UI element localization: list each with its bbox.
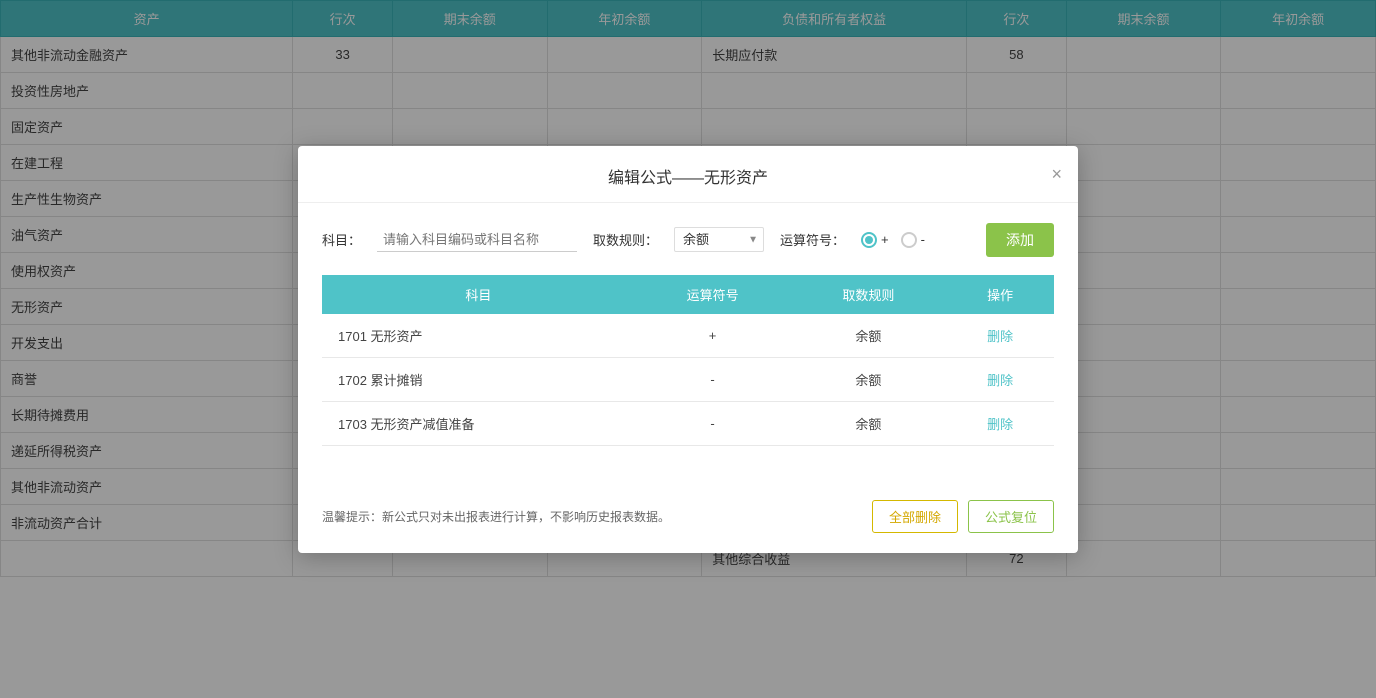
- subject-cell: 1703 无形资产减值准备: [322, 401, 635, 445]
- delete-row-button[interactable]: 删除: [987, 417, 1013, 432]
- inner-col-header: 科目: [322, 275, 635, 314]
- radio-minus-circle: [901, 232, 917, 248]
- close-button[interactable]: ×: [1051, 165, 1062, 183]
- modal-footer: 温馨提示：新公式只对未出报表进行计算，不影响历史报表数据。 全部删除 公式复位: [298, 486, 1078, 553]
- table-row: 1703 无形资产减值准备-余额 删除: [322, 401, 1054, 445]
- operator-cell: +: [635, 314, 791, 358]
- modal-body: 科目： 取数规则： 余额 借方发生额 贷方发生额 期初余额 ▼ 运算符号：: [298, 203, 1078, 486]
- rule-cell: 余额: [791, 357, 947, 401]
- edit-formula-modal: 编辑公式——无形资产 × 科目： 取数规则： 余额 借方发生额 贷方发生额 期初…: [298, 146, 1078, 553]
- inner-col-header: 取数规则: [791, 275, 947, 314]
- radio-plus-circle: [861, 232, 877, 248]
- operator-plus-label: +: [881, 232, 889, 247]
- rule-cell: 余额: [791, 401, 947, 445]
- delete-row-button[interactable]: 删除: [987, 373, 1013, 388]
- operator-plus-radio[interactable]: +: [861, 232, 889, 248]
- rule-select-wrapper: 余额 借方发生额 贷方发生额 期初余额 ▼: [674, 227, 764, 252]
- subject-cell: 1702 累计摊销: [322, 357, 635, 401]
- add-button[interactable]: 添加: [986, 223, 1054, 257]
- action-cell: 删除: [946, 401, 1054, 445]
- operator-cell: -: [635, 357, 791, 401]
- table-row: 1701 无形资产+余额 删除: [322, 314, 1054, 358]
- footer-tip: 温馨提示：新公式只对未出报表进行计算，不影响历史报表数据。: [322, 508, 670, 525]
- action-cell: 删除: [946, 314, 1054, 358]
- rule-cell: 余额: [791, 314, 947, 358]
- operator-minus-radio[interactable]: -: [901, 232, 925, 248]
- modal-header: 编辑公式——无形资产 ×: [298, 146, 1078, 203]
- operator-label: 运算符号：: [780, 230, 845, 249]
- formula-table: 科目运算符号取数规则操作 1701 无形资产+余额删除1702 累计摊销-余额删…: [322, 275, 1054, 446]
- subject-label: 科目：: [322, 230, 361, 249]
- footer-buttons: 全部删除 公式复位: [872, 500, 1054, 533]
- subject-input[interactable]: [377, 228, 577, 252]
- operator-cell: -: [635, 401, 791, 445]
- rule-select[interactable]: 余额 借方发生额 贷方发生额 期初余额: [674, 227, 764, 252]
- subject-cell: 1701 无形资产: [322, 314, 635, 358]
- operator-minus-label: -: [921, 232, 925, 247]
- inner-col-header: 运算符号: [635, 275, 791, 314]
- reset-formula-button[interactable]: 公式复位: [968, 500, 1054, 533]
- delete-all-button[interactable]: 全部删除: [872, 500, 958, 533]
- operator-radio-group: + -: [861, 232, 925, 248]
- table-row: 1702 累计摊销-余额 删除: [322, 357, 1054, 401]
- action-cell: 删除: [946, 357, 1054, 401]
- modal-overlay: 编辑公式——无形资产 × 科目： 取数规则： 余额 借方发生额 贷方发生额 期初…: [0, 0, 1376, 698]
- modal-title: 编辑公式——无形资产: [608, 170, 768, 187]
- inner-col-header: 操作: [946, 275, 1054, 314]
- rule-label: 取数规则：: [593, 230, 658, 249]
- delete-row-button[interactable]: 删除: [987, 329, 1013, 344]
- form-row: 科目： 取数规则： 余额 借方发生额 贷方发生额 期初余额 ▼ 运算符号：: [322, 223, 1054, 257]
